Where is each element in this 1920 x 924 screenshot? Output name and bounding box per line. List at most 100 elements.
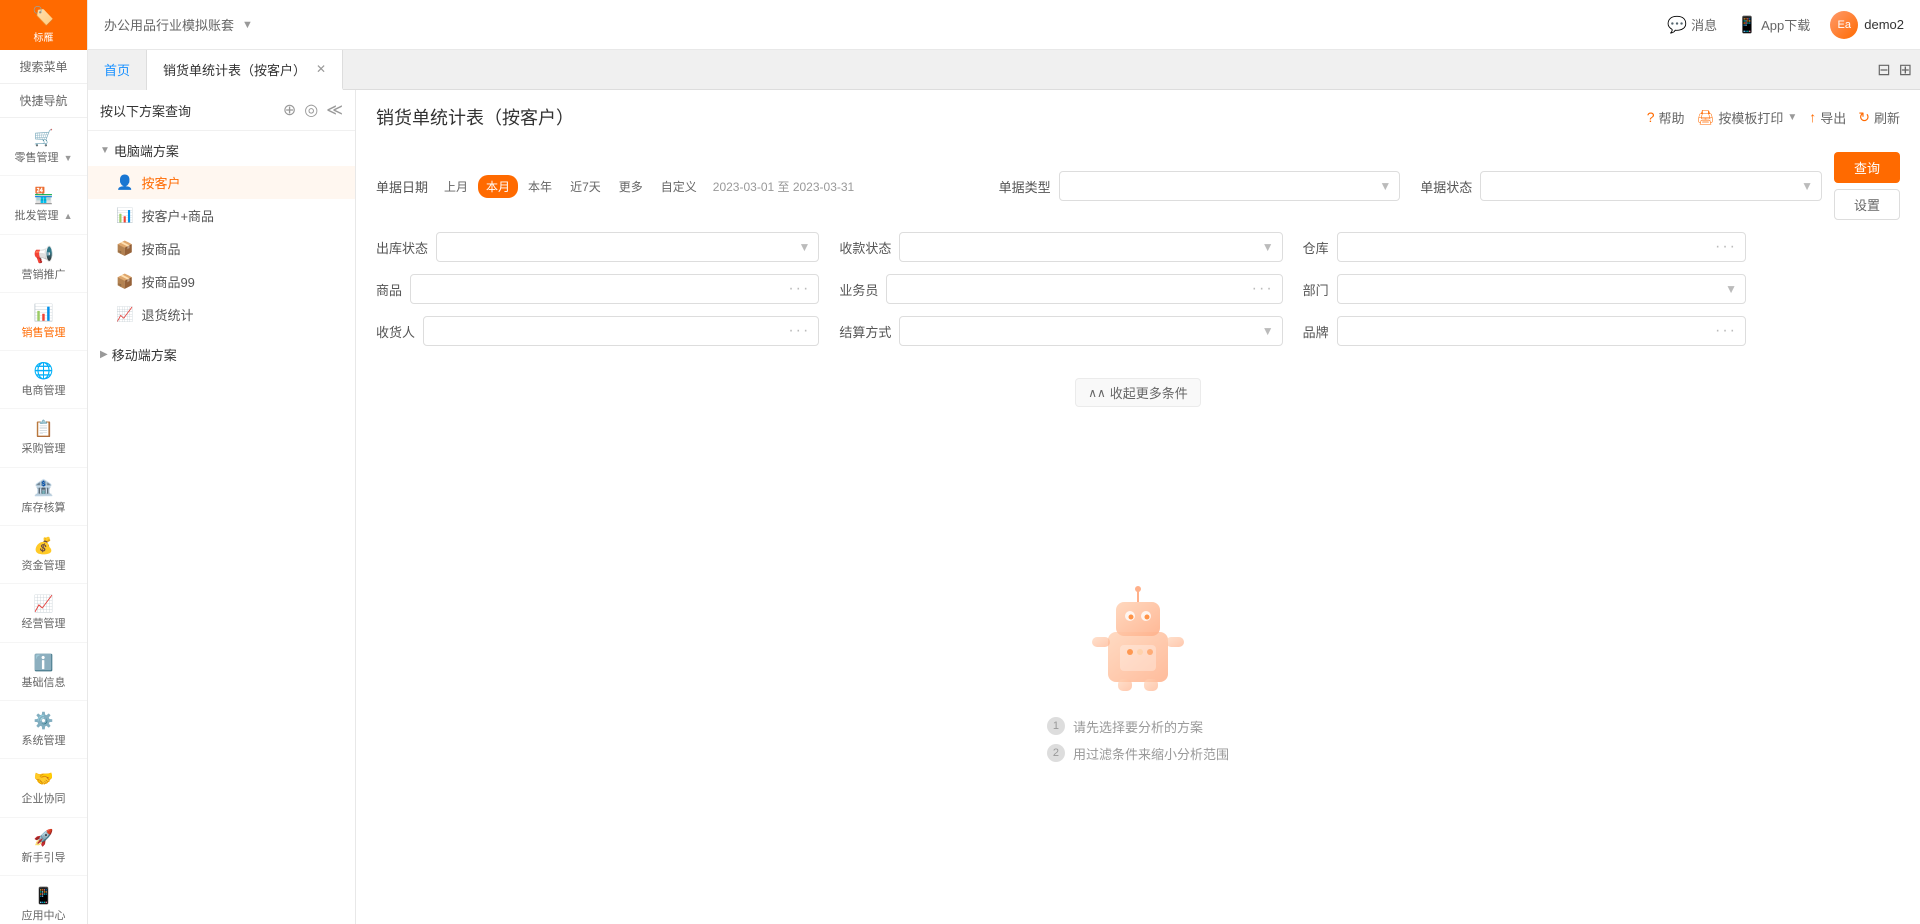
department-filter-item: 部门 ▼ <box>1303 274 1746 304</box>
setting-button[interactable]: 设置 <box>1834 189 1900 220</box>
date-tab-more[interactable]: 更多 <box>611 175 651 198</box>
export-btn[interactable]: ↑ 导出 <box>1809 108 1846 127</box>
goods-dots: ··· <box>788 280 810 298</box>
scheme-item-by-customer[interactable]: 👤 按客户 <box>88 166 355 199</box>
user-menu[interactable]: Ea demo2 <box>1830 11 1904 39</box>
salesperson-label: 业务员 <box>839 280 878 299</box>
logo-text: 标雁 <box>34 29 54 44</box>
salesperson-dots: ··· <box>1252 280 1274 298</box>
download-icon: 📱 <box>1737 15 1757 35</box>
message-action[interactable]: 💬 消息 <box>1667 15 1717 35</box>
order-type-label: 单据类型 <box>999 177 1051 196</box>
tab-maximize-icon[interactable]: ⊞ <box>1899 60 1912 80</box>
date-tab-custom[interactable]: 自定义 <box>653 175 705 198</box>
app-download-action[interactable]: 📱 App下载 <box>1737 15 1810 35</box>
order-type-dropdown-icon: ▼ <box>1379 179 1391 193</box>
basic-icon: ℹ️ <box>34 653 54 673</box>
sidebar-item-purchase[interactable]: 📋 采购管理 <box>0 409 87 467</box>
sidebar-item-wholesale[interactable]: 🏪 批发管理 ▲ <box>0 176 87 234</box>
order-status-label: 单据状态 <box>1420 177 1472 196</box>
help-btn[interactable]: ? 帮助 <box>1647 108 1685 127</box>
desktop-section-header[interactable]: ▼ 电脑端方案 <box>88 135 355 166</box>
header-left: 办公用品行业模拟账套 ▼ <box>104 15 253 34</box>
date-tabs: 上月 本月 本年 近7天 更多 自定义 <box>436 175 705 198</box>
sidebar-item-retail[interactable]: 🛒 零售管理 ▼ <box>0 118 87 176</box>
tab-bar: 首页 销货单统计表（按客户） ✕ ⊟ ⊞ <box>88 50 1920 90</box>
order-status-dropdown[interactable]: ▼ <box>1480 171 1822 201</box>
quick-nav-item[interactable]: 快捷导航 <box>0 84 87 118</box>
app-logo: 🏷️ 标雁 <box>0 0 87 50</box>
sidebar-item-basic[interactable]: ℹ️ 基础信息 <box>0 643 87 701</box>
collapse-button[interactable]: ∧∧ 收起更多条件 <box>1075 378 1201 407</box>
header-dropdown-icon[interactable]: ▼ <box>242 19 253 31</box>
export-label: 导出 <box>1820 108 1846 127</box>
department-dropdown[interactable]: ▼ <box>1337 274 1746 304</box>
left-panel-header: 按以下方案查询 ⊕ ◎ ≪ <box>88 90 355 131</box>
date-tab-last-month[interactable]: 上月 <box>436 175 476 198</box>
refresh-btn[interactable]: ↻ 刷新 <box>1858 108 1900 127</box>
sidebar-item-inventory[interactable]: 🏦 库存核算 <box>0 468 87 526</box>
brand-input[interactable]: ··· <box>1337 316 1746 346</box>
collapse-panel-icon[interactable]: ≪ <box>326 100 343 120</box>
settings-scheme-icon[interactable]: ◎ <box>304 100 318 120</box>
date-tab-last-7days[interactable]: 近7天 <box>562 175 609 198</box>
app-download-label: App下载 <box>1761 15 1810 34</box>
sidebar-item-ecommerce[interactable]: 🌐 电商管理 <box>0 351 87 409</box>
mobile-arrow-icon: ▶ <box>100 349 108 360</box>
scheme-item-by-goods[interactable]: 📦 按商品 <box>88 232 355 265</box>
salesperson-input[interactable]: ··· <box>886 274 1282 304</box>
print-btn[interactable]: 🖨 按模板打印 ▼ <box>1697 108 1798 127</box>
print-icon: 🖨 <box>1697 109 1715 126</box>
retail-icon: 🛒 <box>34 128 54 148</box>
scheme-item-by-customer-goods[interactable]: 📊 按客户+商品 <box>88 199 355 232</box>
print-dropdown-icon[interactable]: ▼ <box>1787 112 1797 123</box>
system-icon: ⚙️ <box>34 711 54 731</box>
empty-tips: 1 请先选择要分析的方案 2 用过滤条件来缩小分析范围 <box>1047 717 1229 763</box>
filter-row-4: 收货人 ··· 结算方式 ▼ <box>376 316 1900 346</box>
sidebar: 🏷️ 标雁 搜索菜单 快捷导航 🛒 零售管理 ▼ 🏪 批发管理 ▲ 📢 营销推广 <box>0 0 88 924</box>
stock-status-dropdown-icon: ▼ <box>798 240 810 254</box>
print-label: 按模板打印 <box>1718 108 1783 127</box>
sidebar-item-sales[interactable]: 📊 销售管理 <box>0 293 87 351</box>
settlement-filter-item: 结算方式 ▼ <box>839 316 1282 346</box>
sidebar-item-marketing[interactable]: 📢 营销推广 <box>0 235 87 293</box>
tab-home[interactable]: 首页 <box>88 50 147 90</box>
receiver-input[interactable]: ··· <box>423 316 819 346</box>
search-menu-item[interactable]: 搜索菜单 <box>0 50 87 84</box>
tab-sales-stats[interactable]: 销货单统计表（按客户） ✕ <box>147 50 343 90</box>
scheme-item-return-stats[interactable]: 📈 退货统计 <box>88 298 355 331</box>
date-tab-this-year[interactable]: 本年 <box>520 175 560 198</box>
home-tab-label: 首页 <box>104 60 130 79</box>
sidebar-item-guide[interactable]: 🚀 新手引导 <box>0 818 87 876</box>
add-scheme-icon[interactable]: ⊕ <box>283 100 296 120</box>
right-panel: 销货单统计表（按客户） ? 帮助 🖨 按模板打印 ▼ ↑ <box>356 90 1920 924</box>
sidebar-item-operation[interactable]: 📈 经营管理 <box>0 584 87 642</box>
goods-input[interactable]: ··· <box>410 274 819 304</box>
date-tab-this-month[interactable]: 本月 <box>478 175 518 198</box>
department-label: 部门 <box>1303 280 1329 299</box>
sidebar-item-system[interactable]: ⚙️ 系统管理 <box>0 701 87 759</box>
settlement-dropdown[interactable]: ▼ <box>899 316 1282 346</box>
filter-row-1: 单据日期 上月 本月 本年 近7天 更多 自定义 20 <box>376 152 1900 220</box>
tab-close-icon[interactable]: ✕ <box>316 62 326 76</box>
order-type-dropdown[interactable]: ▼ <box>1059 171 1401 201</box>
warehouse-input[interactable]: ··· <box>1337 232 1746 262</box>
top-header: 办公用品行业模拟账套 ▼ 💬 消息 📱 App下载 Ea demo2 <box>88 0 1920 50</box>
sidebar-item-appcenter[interactable]: 📱 应用中心 <box>0 876 87 924</box>
sidebar-item-enterprise[interactable]: 🤝 企业协同 <box>0 759 87 817</box>
payment-status-dropdown[interactable]: ▼ <box>899 232 1282 262</box>
by-goods-99-icon: 📦 <box>116 273 133 290</box>
goods-filter-item: 商品 ··· <box>376 274 819 304</box>
settlement-dropdown-icon: ▼ <box>1262 324 1274 338</box>
date-filter-wrapper: 上月 本月 本年 近7天 更多 自定义 2023-03-01 至 2023-03… <box>436 175 979 198</box>
sidebar-item-finance[interactable]: 💰 资金管理 <box>0 526 87 584</box>
header-right: 💬 消息 📱 App下载 Ea demo2 <box>1667 11 1904 39</box>
scheme-item-by-goods-99[interactable]: 📦 按商品99 <box>88 265 355 298</box>
empty-illustration <box>1078 577 1198 697</box>
sales-stats-tab-label: 销货单统计表（按客户） <box>163 60 306 79</box>
query-button[interactable]: 查询 <box>1834 152 1900 183</box>
inventory-icon: 🏦 <box>34 478 54 498</box>
mobile-section-header[interactable]: ▶ 移动端方案 <box>88 339 355 370</box>
tab-minimize-icon[interactable]: ⊟ <box>1877 60 1890 80</box>
stock-status-dropdown[interactable]: ▼ <box>436 232 819 262</box>
